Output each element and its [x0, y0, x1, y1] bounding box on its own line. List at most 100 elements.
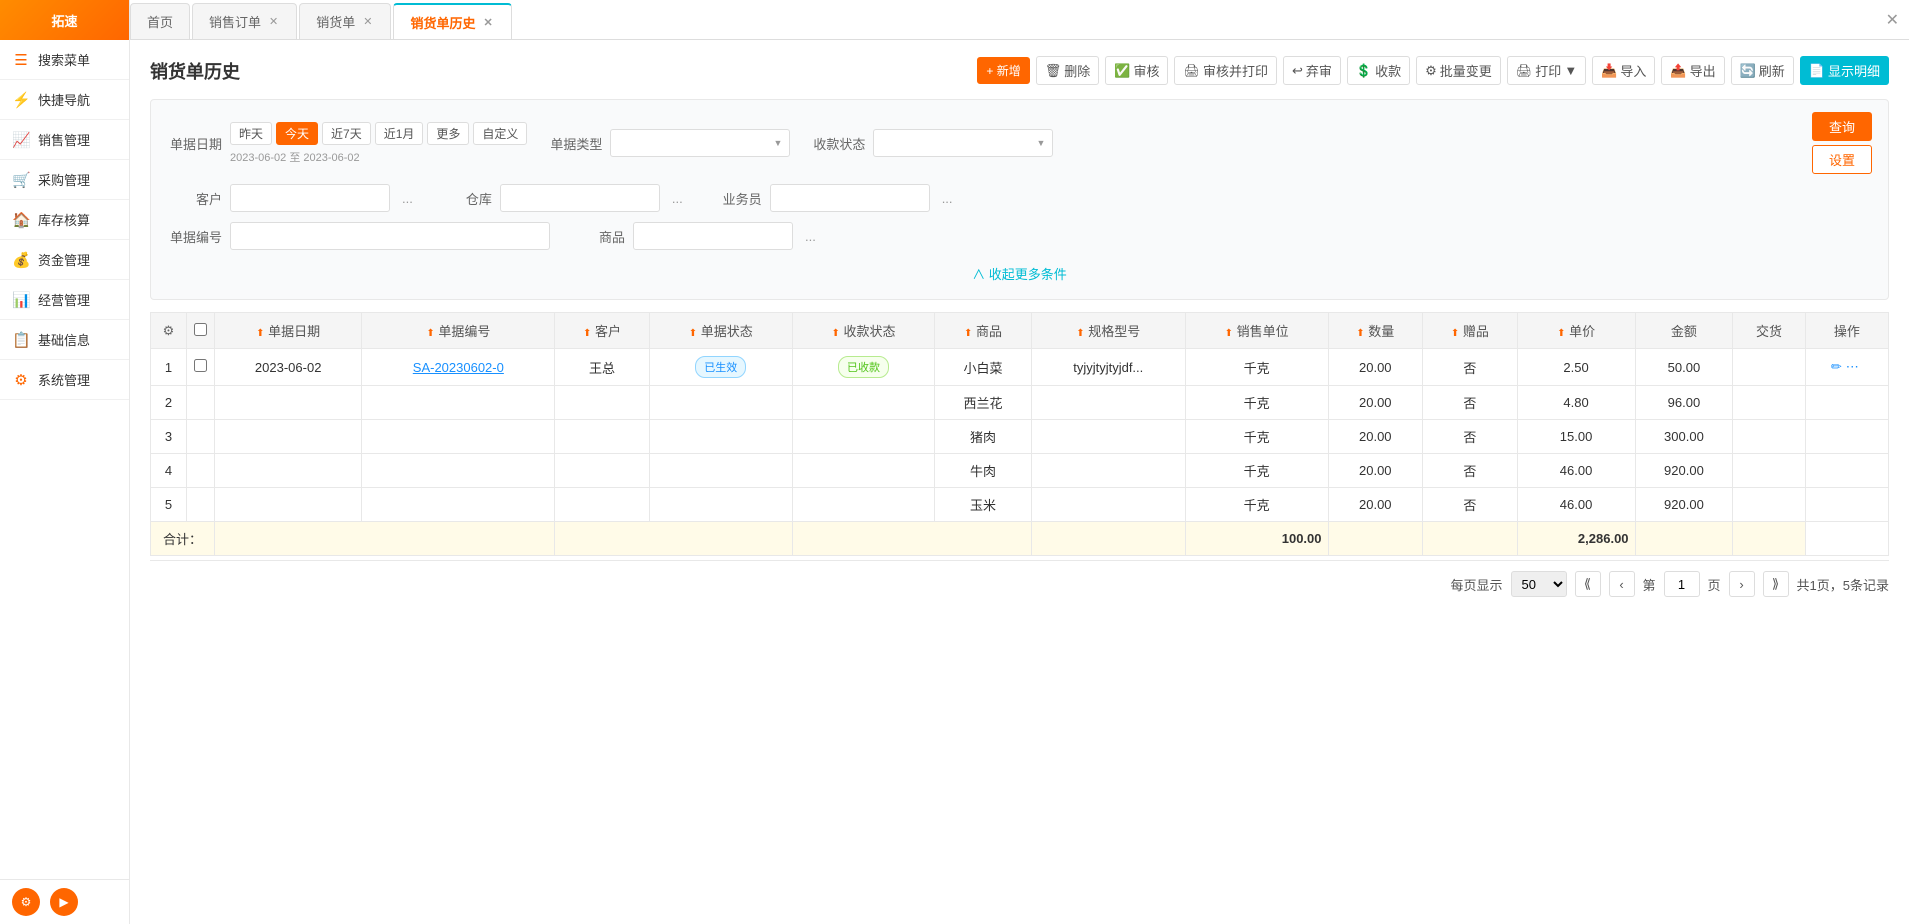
row-price: 2.50	[1517, 349, 1635, 386]
print-button[interactable]: 🖨 打印 ▼	[1507, 56, 1586, 85]
tab-sales-order[interactable]: 销售订单 ✕	[192, 3, 297, 39]
tab-bar-close[interactable]: ✕	[1886, 10, 1899, 30]
total-spacer3	[792, 522, 1031, 556]
th-price[interactable]: ⬆ 单价	[1517, 313, 1635, 349]
select-all-checkbox[interactable]	[194, 323, 207, 336]
delete-button[interactable]: 🗑 删除	[1036, 56, 1100, 85]
tab-sales-history[interactable]: 销货单历史 ✕	[393, 3, 511, 39]
row-spec	[1031, 488, 1185, 522]
date-btn-more[interactable]: 更多	[427, 122, 469, 145]
row-docno[interactable]	[362, 454, 555, 488]
user-bottom-icon[interactable]: ▶	[50, 888, 78, 916]
date-btn-today[interactable]: 今天	[276, 122, 318, 145]
close-sales-history-tab[interactable]: ✕	[482, 16, 495, 29]
prev-page-button[interactable]: ‹	[1609, 571, 1635, 597]
row-docno[interactable]	[362, 386, 555, 420]
docno-input[interactable]	[230, 222, 550, 250]
page-size-select[interactable]: 50 10 20 100	[1511, 571, 1567, 597]
sidebar-item-finance-mgmt[interactable]: 💰 资金管理	[0, 240, 129, 280]
salesperson-input[interactable]	[770, 184, 930, 212]
date-range-text: 2023-06-02 至 2023-06-02	[230, 149, 527, 165]
th-goods[interactable]: ⬆ 商品	[935, 313, 1031, 349]
close-sales-goods-tab[interactable]: ✕	[361, 15, 374, 28]
op-编辑[interactable]: ✏	[1831, 359, 1842, 374]
next-page-button[interactable]: ›	[1729, 571, 1755, 597]
total-info: 共1页，5条记录	[1797, 575, 1889, 594]
batch-change-button[interactable]: ⚙ 批量变更	[1416, 56, 1501, 85]
th-date[interactable]: ⬆ 单据日期	[215, 313, 362, 349]
row-qty: 20.00	[1328, 420, 1423, 454]
show-detail-button[interactable]: 📄 显示明细	[1800, 56, 1889, 85]
th-spec[interactable]: ⬆ 规格型号	[1031, 313, 1185, 349]
doc-type-select[interactable]	[610, 129, 790, 157]
th-customer[interactable]: ⬆ 客户	[555, 313, 650, 349]
row-customer	[555, 454, 650, 488]
audit-print-button[interactable]: 🖨 审核并打印	[1174, 56, 1277, 85]
table-settings-icon[interactable]: ⚙	[163, 323, 175, 338]
discard-button[interactable]: ↩ 弃审	[1283, 56, 1341, 85]
refresh-button[interactable]: 🔄 刷新	[1731, 56, 1794, 85]
tab-home[interactable]: 首页	[130, 3, 190, 39]
th-gift[interactable]: ⬆ 赠品	[1423, 313, 1518, 349]
doc-type-select-wrapper	[610, 129, 790, 157]
date-btn-custom[interactable]: 自定义	[473, 122, 527, 145]
sidebar-item-stock-calc[interactable]: 🏠 库存核算	[0, 200, 129, 240]
sidebar-item-sys-mgmt[interactable]: ⚙ 系统管理	[0, 360, 129, 400]
docno-label: 单据编号	[167, 227, 222, 246]
row-docno[interactable]	[362, 488, 555, 522]
salesperson-dots[interactable]: ...	[938, 191, 957, 206]
date-btn-1month[interactable]: 近1月	[375, 122, 424, 145]
salesperson-label: 业务员	[707, 189, 762, 208]
row-checkbox[interactable]	[194, 359, 207, 372]
goods-input[interactable]	[633, 222, 793, 250]
date-btn-yesterday[interactable]: 昨天	[230, 122, 272, 145]
sidebar-item-sales-mgmt[interactable]: 📈 销售管理	[0, 120, 129, 160]
new-button[interactable]: + 新增	[977, 57, 1029, 84]
sidebar-item-basic-info[interactable]: 📋 基础信息	[0, 320, 129, 360]
content-area: 销货单历史 + 新增 🗑 删除 ✅ 审核 🖨 审核并打印	[130, 40, 1909, 924]
sidebar-item-ops-mgmt[interactable]: 📊 经营管理	[0, 280, 129, 320]
audit-button[interactable]: ✅ 审核	[1105, 56, 1168, 85]
collect-status-select[interactable]	[873, 129, 1053, 157]
row-docno-link[interactable]: SA-20230602-0	[413, 360, 504, 375]
th-doc-status[interactable]: ⬆ 单据状态	[649, 313, 792, 349]
collapse-row[interactable]: ∧ 收起更多条件	[167, 260, 1872, 287]
th-settings[interactable]: ⚙	[151, 313, 187, 349]
th-unit[interactable]: ⬆ 销售单位	[1185, 313, 1328, 349]
query-button[interactable]: 查询	[1812, 112, 1872, 141]
set-button[interactable]: 设置	[1812, 145, 1872, 174]
row-goods: 猪肉	[935, 420, 1031, 454]
export-button[interactable]: 📤 导出	[1661, 56, 1724, 85]
th-collect-status[interactable]: ⬆ 收款状态	[792, 313, 935, 349]
warehouse-dots[interactable]: ...	[668, 191, 687, 206]
customer-input[interactable]	[230, 184, 390, 212]
sidebar-item-quick-nav[interactable]: ⚡ 快捷导航	[0, 80, 129, 120]
row-docno[interactable]	[362, 420, 555, 454]
first-page-button[interactable]: ⟪	[1575, 571, 1601, 597]
sidebar-item-search-menu[interactable]: ☰ 搜索菜单	[0, 40, 129, 80]
quick-nav-icon: ⚡	[12, 91, 30, 109]
tab-sales-goods[interactable]: 销货单 ✕	[299, 3, 391, 39]
row-docno[interactable]: SA-20230602-0	[362, 349, 555, 386]
goods-dots[interactable]: ...	[801, 229, 820, 244]
app-logo: 拓速	[0, 0, 129, 40]
op-更多[interactable]: ⋯	[1846, 359, 1859, 374]
last-page-button[interactable]: ⟫	[1763, 571, 1789, 597]
row-spec	[1031, 420, 1185, 454]
sidebar-item-purchase-mgmt[interactable]: 🛒 采购管理	[0, 160, 129, 200]
th-qty[interactable]: ⬆ 数量	[1328, 313, 1423, 349]
warehouse-input[interactable]	[500, 184, 660, 212]
settings-bottom-icon[interactable]: ⚙	[12, 888, 40, 916]
date-btn-7days[interactable]: 近7天	[322, 122, 371, 145]
row-ops	[1805, 420, 1888, 454]
page-number-input[interactable]	[1664, 571, 1700, 597]
row-gift: 否	[1423, 349, 1518, 386]
import-button[interactable]: 📥 导入	[1592, 56, 1655, 85]
total-spacer7	[1635, 522, 1733, 556]
th-docno[interactable]: ⬆ 单据编号	[362, 313, 555, 349]
customer-dots[interactable]: ...	[398, 191, 417, 206]
row-doc-status: 已生效	[649, 349, 792, 386]
collect-button[interactable]: 💲 收款	[1347, 56, 1410, 85]
close-sales-order-tab[interactable]: ✕	[267, 15, 280, 28]
table-header-row: ⚙ ⬆ 单据日期 ⬆ 单据编号 ⬆ 客户 ⬆ 单据状态 ⬆ 收款状态 ⬆ 商品 …	[151, 313, 1889, 349]
